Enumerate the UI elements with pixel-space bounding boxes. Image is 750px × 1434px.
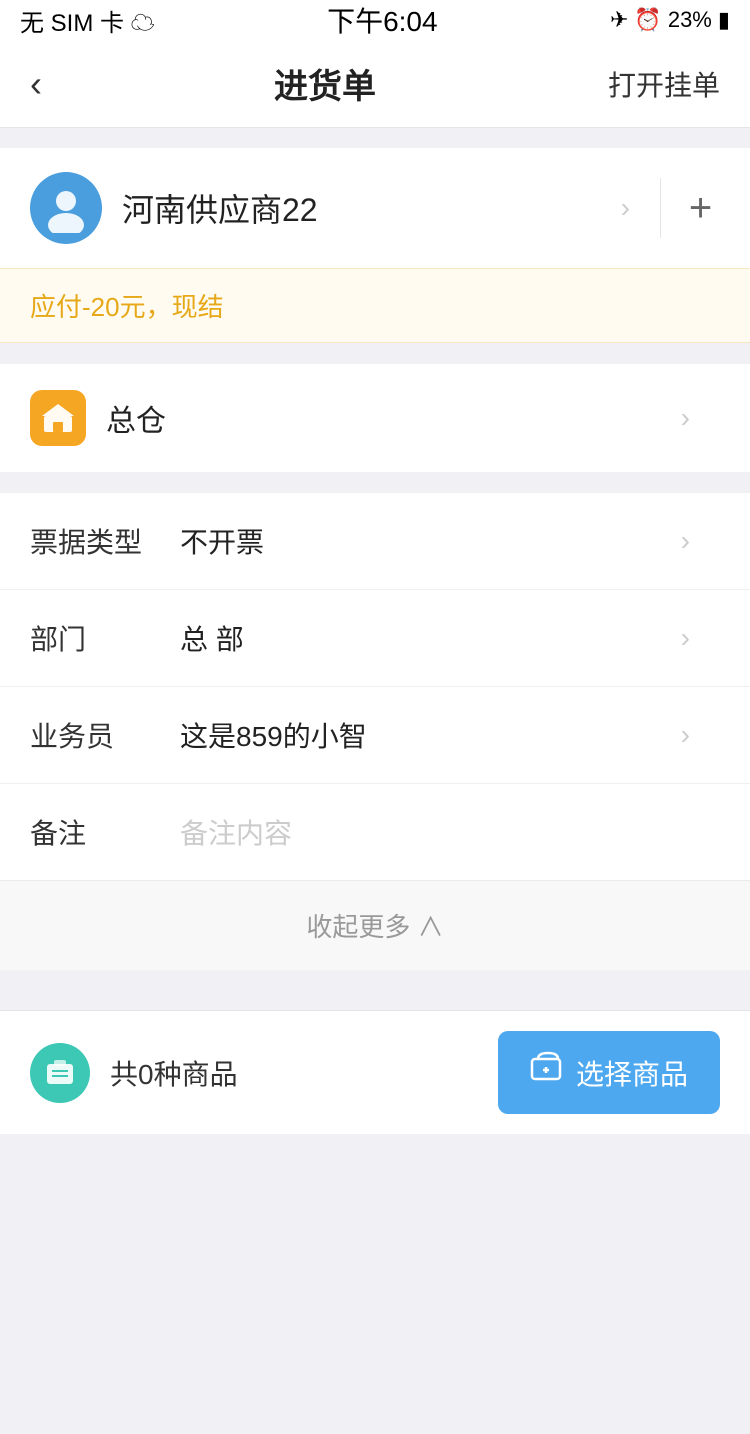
battery-text: 23%: [668, 7, 712, 33]
warehouse-section: 总仓 ›: [0, 363, 750, 472]
department-value: 总 部: [180, 618, 681, 658]
department-label: 部门: [30, 618, 180, 658]
select-goods-button[interactable]: 选择商品: [498, 1031, 720, 1114]
salesman-label: 业务员: [30, 715, 180, 755]
location-icon: ✈: [610, 7, 628, 33]
remark-row[interactable]: 备注 备注内容: [0, 783, 750, 880]
section-gap-3: [0, 472, 750, 492]
supplier-row[interactable]: 河南供应商22 › +: [0, 148, 750, 268]
salesman-value: 这是859的小智: [180, 715, 681, 755]
supplier-section: 河南供应商22 › + 应付-20元，现结: [0, 148, 750, 343]
battery-icon: ▮: [718, 7, 730, 33]
notice-text: 应付-20元，现结: [30, 292, 224, 322]
alarm-icon: ⏰: [634, 7, 661, 33]
collapse-label: 收起更多 ∧: [306, 912, 443, 942]
form-section: 票据类型 不开票 › 部门 总 部 › 业务员 这是859的小智 › 备注 备注…: [0, 492, 750, 970]
section-gap-4: [0, 970, 750, 990]
remark-label: 备注: [30, 812, 180, 852]
page-title: 进货单: [274, 59, 376, 108]
add-supplier-button[interactable]: +: [660, 178, 720, 238]
status-time: 下午6:04: [327, 0, 438, 40]
notice-bar: 应付-20元，现结: [0, 268, 750, 343]
status-left: 无 SIM 卡 ☁: [20, 3, 155, 38]
open-pending-button[interactable]: 打开挂单: [608, 64, 720, 104]
invoice-label: 票据类型: [30, 521, 180, 561]
invoice-chevron-icon: ›: [681, 525, 690, 557]
invoice-row[interactable]: 票据类型 不开票 ›: [0, 492, 750, 589]
warehouse-chevron-icon: ›: [681, 402, 690, 434]
cart-icon: [530, 1051, 566, 1094]
supplier-chevron-icon: ›: [621, 192, 630, 224]
section-gap-1: [0, 128, 750, 148]
collapse-button[interactable]: 收起更多 ∧: [0, 880, 750, 970]
department-row[interactable]: 部门 总 部 ›: [0, 589, 750, 686]
nav-bar: ‹ 进货单 打开挂单: [0, 40, 750, 128]
supplier-name: 河南供应商22: [122, 185, 621, 231]
select-goods-label: 选择商品: [576, 1053, 688, 1093]
signal-text: 无 SIM 卡 ☁: [20, 3, 155, 38]
department-chevron-icon: ›: [681, 622, 690, 654]
supplier-avatar: [30, 172, 102, 244]
product-count-icon: [30, 1043, 90, 1103]
invoice-value: 不开票: [180, 521, 681, 561]
back-button[interactable]: ‹: [30, 63, 42, 105]
product-count-text: 共0种商品: [110, 1053, 498, 1093]
status-bar: 无 SIM 卡 ☁ 下午6:04 ✈ ⏰ 23% ▮: [0, 0, 750, 40]
remark-input[interactable]: 备注内容: [180, 812, 720, 852]
status-right: ✈ ⏰ 23% ▮: [610, 7, 730, 33]
section-gap-2: [0, 343, 750, 363]
salesman-chevron-icon: ›: [681, 719, 690, 751]
page-background: [0, 1134, 750, 1434]
salesman-row[interactable]: 业务员 这是859的小智 ›: [0, 686, 750, 783]
bottom-bar: 共0种商品 选择商品: [0, 1010, 750, 1134]
warehouse-row[interactable]: 总仓 ›: [0, 363, 750, 472]
warehouse-name: 总仓: [106, 396, 681, 440]
warehouse-icon: [30, 390, 86, 446]
